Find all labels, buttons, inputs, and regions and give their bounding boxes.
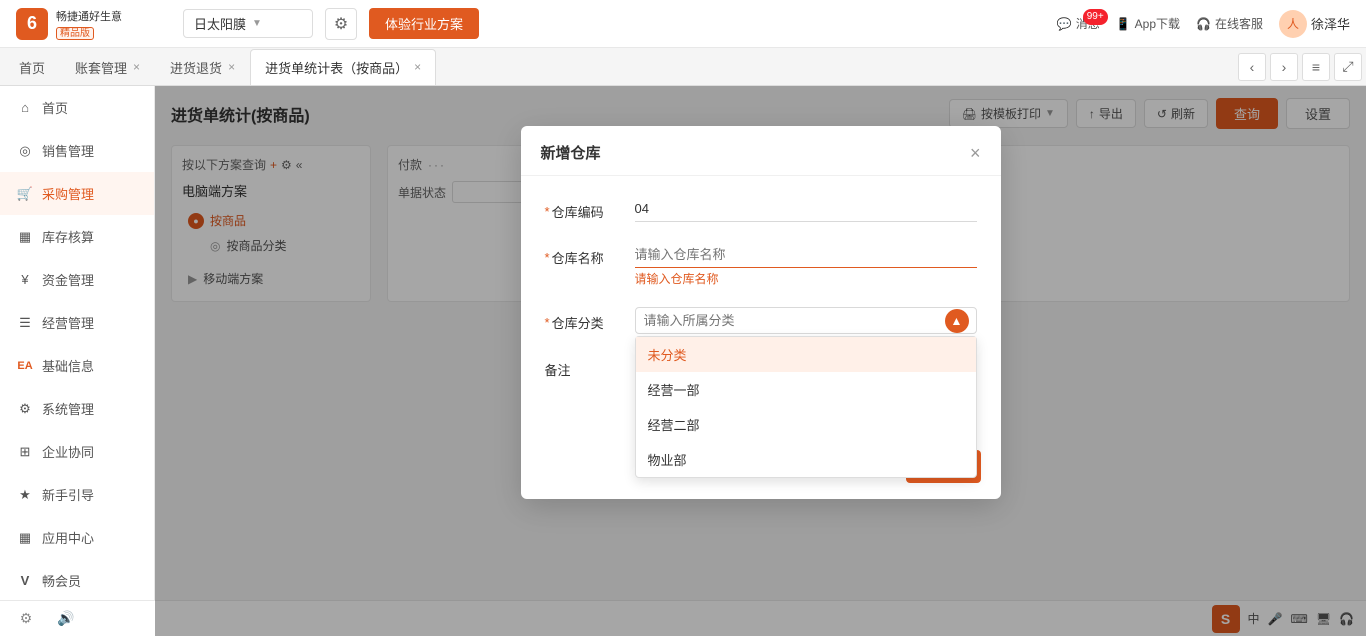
sidebar-item-operations[interactable]: ☰ 经营管理 xyxy=(0,301,154,344)
basic-icon: EA xyxy=(16,357,34,375)
modal-body: * 仓库编码 * 仓库名称 xyxy=(521,176,1001,438)
headset-icon: 🎧 xyxy=(1196,17,1211,31)
modal-close-button[interactable]: × xyxy=(970,144,981,162)
category-option-property[interactable]: 物业部 xyxy=(636,442,976,477)
form-row-category: * 仓库分类 ▲ 未分类 经营一部 经营二部 物业部 xyxy=(545,307,977,334)
category-input[interactable] xyxy=(635,307,977,334)
close-purchase-return-tab[interactable]: × xyxy=(228,60,235,74)
tab-accounts[interactable]: 账套管理 × xyxy=(60,49,155,85)
tab-fullscreen-button[interactable]: ⤢ xyxy=(1334,53,1362,81)
code-label: * 仓库编码 xyxy=(545,196,635,221)
modal-header: 新增仓库 × xyxy=(521,126,1001,176)
message-button[interactable]: 💬 消息 99+ xyxy=(1057,15,1100,32)
vip-icon: V xyxy=(16,572,34,590)
close-purchase-stats-tab[interactable]: × xyxy=(414,60,421,74)
store-arrow-icon: ▼ xyxy=(252,18,262,29)
name-input[interactable] xyxy=(635,242,977,268)
newbie-icon: ★ xyxy=(16,486,34,504)
tab-next-button[interactable]: › xyxy=(1270,53,1298,81)
top-header: 6 畅捷通好生意 精品版 日太阳膜 ▼ ⚙ 体验行业方案 💬 消息 99+ 📱 … xyxy=(0,0,1366,48)
sidebar-item-inventory[interactable]: ▦ 库存核算 xyxy=(0,215,154,258)
user-menu[interactable]: 人 徐泽华 xyxy=(1279,10,1350,38)
sidebar-item-finance[interactable]: ¥ 资金管理 xyxy=(0,258,154,301)
name-error-message: 请输入仓库名称 xyxy=(635,270,977,287)
bottom-speaker-icon[interactable]: 🔊 xyxy=(52,605,80,633)
tab-home[interactable]: 首页 xyxy=(4,49,60,85)
name-label: * 仓库名称 xyxy=(545,242,635,267)
system-icon: ⚙ xyxy=(16,400,34,418)
sales-icon: ◎ xyxy=(16,142,34,160)
app-logo: 6 xyxy=(16,8,48,40)
purchase-icon: 🛒 xyxy=(16,185,34,203)
app-download-button[interactable]: 📱 App下载 xyxy=(1116,15,1180,32)
sidebar-item-vip[interactable]: V 畅会员 xyxy=(0,559,154,602)
sidebar-item-appcenter[interactable]: ▦ 应用中心 xyxy=(0,516,154,559)
tab-menu-button[interactable]: ≡ xyxy=(1302,53,1330,81)
sidebar-item-basic[interactable]: EA 基础信息 xyxy=(0,344,154,387)
category-toggle-button[interactable]: ▲ xyxy=(945,309,969,333)
category-option-dept2[interactable]: 经营二部 xyxy=(636,407,976,442)
close-accounts-tab[interactable]: × xyxy=(133,60,140,74)
category-label: * 仓库分类 xyxy=(545,307,635,332)
online-service-button[interactable]: 🎧 在线客服 xyxy=(1196,15,1263,32)
home-icon: ⌂ xyxy=(16,99,34,117)
appcenter-icon: ▦ xyxy=(16,529,34,547)
logo-area: 6 畅捷通好生意 精品版 xyxy=(16,8,171,40)
tab-bar-actions: ‹ › ≡ ⤢ xyxy=(1238,53,1362,81)
store-selector[interactable]: 日太阳膜 ▼ xyxy=(183,9,313,38)
finance-icon: ¥ xyxy=(16,271,34,289)
gear-icon: ⚙ xyxy=(334,14,348,34)
enterprise-icon: ⊞ xyxy=(16,443,34,461)
avatar: 人 xyxy=(1279,10,1307,38)
trial-button[interactable]: 体验行业方案 xyxy=(369,8,479,39)
header-right: 💬 消息 99+ 📱 App下载 🎧 在线客服 人 徐泽华 xyxy=(1057,10,1350,38)
sidebar-item-newbie[interactable]: ★ 新手引导 xyxy=(0,473,154,516)
remark-label: 备注 xyxy=(545,354,635,379)
bottom-settings-icon[interactable]: ⚙ xyxy=(12,605,40,633)
name-input-wrapper: 请输入仓库名称 xyxy=(635,242,977,287)
code-input-wrapper xyxy=(635,196,977,222)
tab-purchase-stats[interactable]: 进货单统计表（按商品） × xyxy=(250,49,436,85)
main-content: 进货单统计(按商品) 🖨 按模板打印 ▼ ↑ 导出 ↺ 刷新 查询 设置 xyxy=(155,86,1366,636)
gear-button[interactable]: ⚙ xyxy=(325,8,357,40)
sidebar-item-sales[interactable]: ◎ 销售管理 xyxy=(0,129,154,172)
logo-text: 畅捷通好生意 精品版 xyxy=(56,8,122,39)
sidebar-item-purchase[interactable]: 🛒 采购管理 xyxy=(0,172,154,215)
category-option-dept1[interactable]: 经营一部 xyxy=(636,372,976,407)
sidebar-item-system[interactable]: ⚙ 系统管理 xyxy=(0,387,154,430)
category-input-wrapper: ▲ 未分类 经营一部 经营二部 物业部 xyxy=(635,307,977,334)
message-icon: 💬 xyxy=(1057,17,1072,31)
sidebar-item-enterprise[interactable]: ⊞ 企业协同 xyxy=(0,430,154,473)
inventory-icon: ▦ xyxy=(16,228,34,246)
category-dropdown: 未分类 经营一部 经营二部 物业部 xyxy=(635,336,977,478)
add-warehouse-modal: 新增仓库 × * 仓库编码 xyxy=(521,126,1001,499)
operations-icon: ☰ xyxy=(16,314,34,332)
bottom-left-icons: ⚙ 🔊 xyxy=(12,605,80,633)
modal-title: 新增仓库 xyxy=(541,142,601,163)
tab-purchase-return[interactable]: 进货退货 × xyxy=(155,49,250,85)
tab-bar: 首页 账套管理 × 进货退货 × 进货单统计表（按商品） × ‹ › ≡ ⤢ xyxy=(0,48,1366,86)
form-row-code: * 仓库编码 xyxy=(545,196,977,222)
code-input[interactable] xyxy=(635,196,977,222)
sidebar-item-home[interactable]: ⌂ 首页 xyxy=(0,86,154,129)
category-option-unclassified[interactable]: 未分类 xyxy=(636,337,976,372)
modal-overlay: 新增仓库 × * 仓库编码 xyxy=(155,86,1366,636)
tab-prev-button[interactable]: ‹ xyxy=(1238,53,1266,81)
sidebar: ⌂ 首页 ◎ 销售管理 🛒 采购管理 ▦ 库存核算 ¥ 资金管理 ☰ 经营管理 … xyxy=(0,86,155,636)
form-row-name: * 仓库名称 请输入仓库名称 xyxy=(545,242,977,287)
main-layout: ⌂ 首页 ◎ 销售管理 🛒 采购管理 ▦ 库存核算 ¥ 资金管理 ☰ 经营管理 … xyxy=(0,86,1366,636)
phone-icon: 📱 xyxy=(1116,17,1131,31)
